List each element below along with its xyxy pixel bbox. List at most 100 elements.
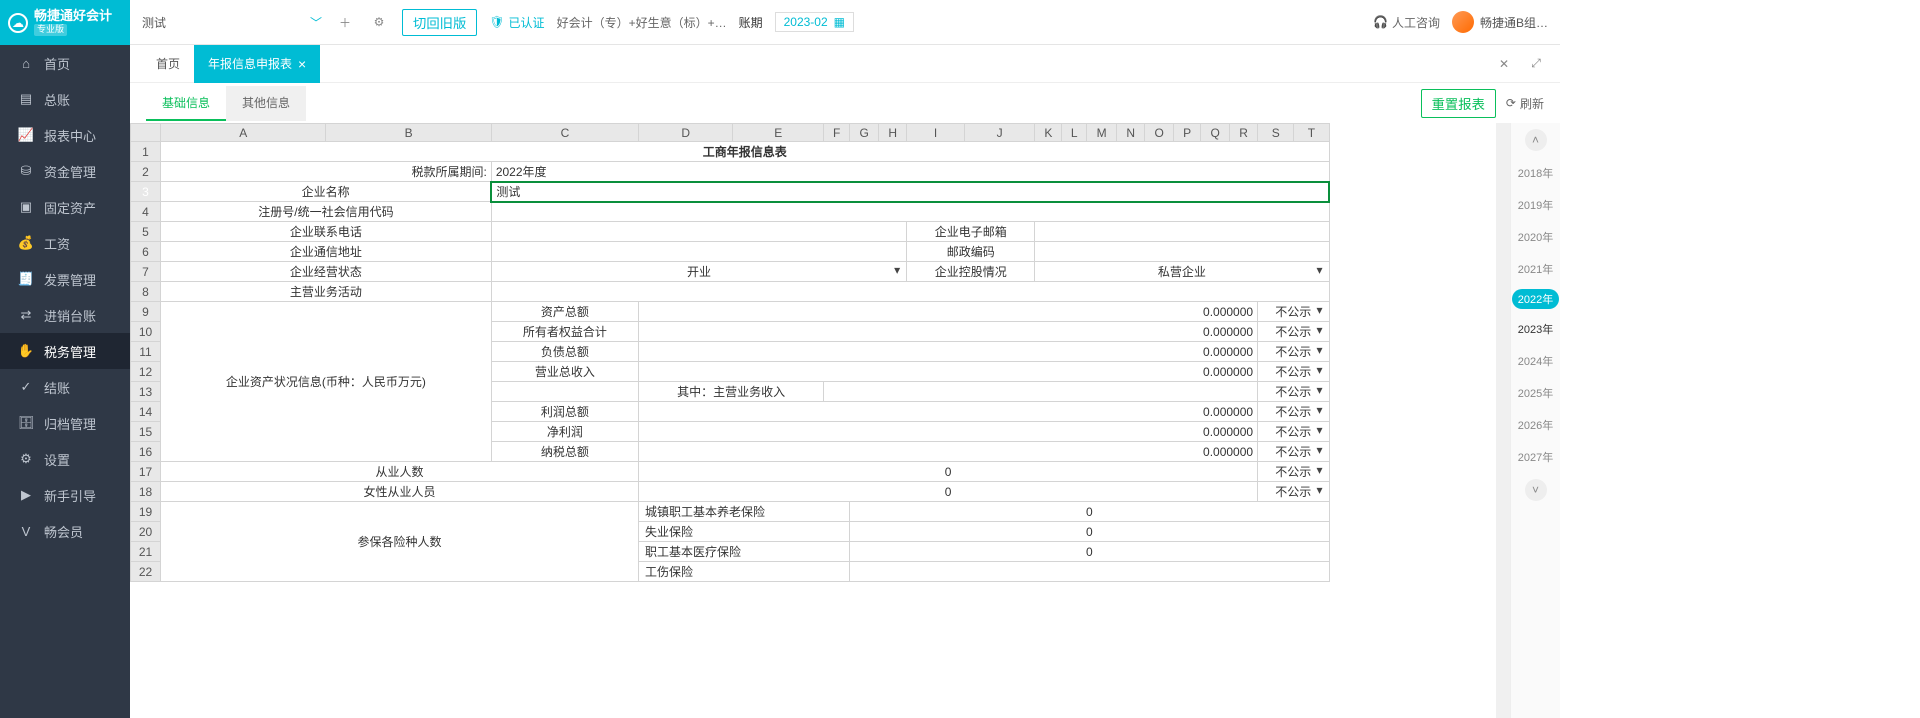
year-2022年[interactable]: 2022年 xyxy=(1512,289,1559,309)
disclose-select[interactable]: 不公示 xyxy=(1258,402,1329,422)
holding-select[interactable]: 私营企业 xyxy=(1035,262,1329,282)
settings-gear-icon[interactable]: ⚙ xyxy=(368,11,390,33)
disclose-select[interactable]: 不公示 xyxy=(1258,442,1329,462)
report-icon: 📈 xyxy=(18,127,34,143)
brand-name: 畅捷通好会计 xyxy=(34,9,112,23)
year-up-button[interactable]: ˄ xyxy=(1525,129,1547,151)
period-selector[interactable]: 2023-02 ▦ xyxy=(775,12,854,32)
refresh-icon: ⟳ xyxy=(1506,96,1516,110)
col-header[interactable]: R xyxy=(1230,124,1258,142)
calendar-icon: ▦ xyxy=(834,15,845,29)
disclose-select[interactable]: 不公示 xyxy=(1258,362,1329,382)
disclose-select[interactable]: 不公示 xyxy=(1258,302,1329,322)
disclose-select[interactable]: 不公示 xyxy=(1258,322,1329,342)
year-2026年[interactable]: 2026年 xyxy=(1518,413,1553,437)
cloud-icon: ☁ xyxy=(8,13,28,33)
tab-首页[interactable]: 首页 xyxy=(142,45,194,83)
sidebar-item-invoice[interactable]: 🧾发票管理 xyxy=(0,261,130,297)
support-button[interactable]: 🎧 人工咨询 xyxy=(1373,14,1440,31)
col-header[interactable]: P xyxy=(1174,124,1201,142)
col-header[interactable]: N xyxy=(1117,124,1145,142)
vip-icon: V xyxy=(18,523,34,539)
chevron-down-icon: ﹀ xyxy=(310,14,322,31)
year-2027年[interactable]: 2027年 xyxy=(1518,445,1553,469)
col-header[interactable]: O xyxy=(1145,124,1174,142)
col-header[interactable]: F xyxy=(824,124,850,142)
col-header[interactable]: K xyxy=(1035,124,1062,142)
sidebar-item-home[interactable]: ⌂首页 xyxy=(0,45,130,81)
col-header[interactable]: D xyxy=(639,124,733,142)
col-header[interactable]: S xyxy=(1258,124,1294,142)
year-2023年[interactable]: 2023年 xyxy=(1518,317,1553,341)
col-header[interactable]: A xyxy=(161,124,326,142)
sidebar-nav: ⌂首页▤总账📈报表中心⛁资金管理▣固定资产💰工资🧾发票管理⇄进销台账✋税务管理✓… xyxy=(0,45,130,549)
close-icon: ✓ xyxy=(18,379,34,395)
certified-badge: 🛡 已认证 xyxy=(489,14,544,31)
inout-icon: ⇄ xyxy=(18,307,34,323)
sidebar-item-ledger[interactable]: ▤总账 xyxy=(0,81,130,117)
sidebar-item-inout[interactable]: ⇄进销台账 xyxy=(0,297,130,333)
col-header[interactable]: M xyxy=(1087,124,1117,142)
ledger-icon: ▤ xyxy=(18,91,34,107)
sidebar-item-guide[interactable]: ▶新手引导 xyxy=(0,477,130,513)
disclose-select[interactable]: 不公示 xyxy=(1258,342,1329,362)
year-2018年[interactable]: 2018年 xyxy=(1518,161,1553,185)
sidebar-item-asset[interactable]: ▣固定资产 xyxy=(0,189,130,225)
subtab-row: 基础信息其他信息 重置报表 ⟳ 刷新 xyxy=(130,83,1560,123)
sidebar-item-vip[interactable]: V畅会员 xyxy=(0,513,130,549)
col-header[interactable]: B xyxy=(326,124,491,142)
archive-icon: 🗄 xyxy=(18,415,34,431)
year-2025年[interactable]: 2025年 xyxy=(1518,381,1553,405)
switch-old-version-button[interactable]: 切回旧版 xyxy=(402,9,477,36)
col-header[interactable]: T xyxy=(1294,124,1329,142)
close-all-tabs-button[interactable]: ✕ xyxy=(1492,52,1516,76)
vertical-scrollbar[interactable] xyxy=(1496,123,1510,718)
sidebar: ☁ 畅捷通好会计 专业版 ⌂首页▤总账📈报表中心⛁资金管理▣固定资产💰工资🧾发票… xyxy=(0,0,130,718)
spreadsheet[interactable]: ABCDEFGHIJKLMNOPQRST1工商年报信息表2税款所属期间:2022… xyxy=(130,123,1496,718)
tax-icon: ✋ xyxy=(18,343,34,359)
col-header[interactable]: J xyxy=(965,124,1035,142)
company-selector[interactable]: 测试 ﹀ xyxy=(142,9,322,35)
col-header[interactable]: Q xyxy=(1201,124,1230,142)
sidebar-item-report[interactable]: 📈报表中心 xyxy=(0,117,130,153)
sheet-title: 工商年报信息表 xyxy=(161,142,1330,162)
sidebar-item-archive[interactable]: 🗄归档管理 xyxy=(0,405,130,441)
sidebar-item-tax[interactable]: ✋税务管理 xyxy=(0,333,130,369)
close-icon[interactable]: × xyxy=(298,56,306,72)
reset-report-button[interactable]: 重置报表 xyxy=(1421,89,1496,118)
col-header[interactable]: E xyxy=(733,124,824,142)
col-header[interactable]: I xyxy=(907,124,965,142)
salary-icon: 💰 xyxy=(18,235,34,251)
year-2019年[interactable]: 2019年 xyxy=(1518,193,1553,217)
col-header[interactable]: L xyxy=(1062,124,1087,142)
sidebar-item-close[interactable]: ✓结账 xyxy=(0,369,130,405)
company-name-cell[interactable]: 测试 xyxy=(491,182,1329,202)
business-status-select[interactable]: 开业 xyxy=(491,262,906,282)
disclose-select[interactable]: 不公示 xyxy=(1258,382,1329,402)
sidebar-item-settings[interactable]: ⚙设置 xyxy=(0,441,130,477)
company-name: 测试 xyxy=(142,14,166,31)
col-header[interactable]: C xyxy=(491,124,638,142)
year-2021年[interactable]: 2021年 xyxy=(1518,257,1553,281)
funds-icon: ⛁ xyxy=(18,163,34,179)
col-header[interactable]: G xyxy=(850,124,879,142)
sidebar-item-salary[interactable]: 💰工资 xyxy=(0,225,130,261)
year-2024年[interactable]: 2024年 xyxy=(1518,349,1553,373)
year-2020年[interactable]: 2020年 xyxy=(1518,225,1553,249)
year-rail: ˄ 2018年 2019年 2020年 2021年 2022年 2023年 2024年 202… xyxy=(1510,123,1560,718)
refresh-button[interactable]: ⟳ 刷新 xyxy=(1506,95,1544,112)
fullscreen-button[interactable]: ⤢ xyxy=(1524,52,1548,76)
sidebar-item-funds[interactable]: ⛁资金管理 xyxy=(0,153,130,189)
main-area: 测试 ﹀ ＋ ⚙ 切回旧版 🛡 已认证 好会计（专）+好生意（标）+… 账期 2… xyxy=(130,0,1560,718)
subtab-其他信息[interactable]: 其他信息 xyxy=(226,86,306,121)
col-header[interactable]: H xyxy=(879,124,907,142)
disclose-select[interactable]: 不公示 xyxy=(1258,422,1329,442)
add-company-button[interactable]: ＋ xyxy=(334,11,356,33)
tab-年报信息申报表[interactable]: 年报信息申报表× xyxy=(194,45,320,83)
year-down-button[interactable]: ˅ xyxy=(1525,479,1547,501)
col-header[interactable] xyxy=(131,124,161,142)
invoice-icon: 🧾 xyxy=(18,271,34,287)
brand-logo: ☁ 畅捷通好会计 专业版 xyxy=(0,0,130,45)
user-menu[interactable]: 畅捷通B组… xyxy=(1452,11,1548,33)
subtab-基础信息[interactable]: 基础信息 xyxy=(146,86,226,121)
